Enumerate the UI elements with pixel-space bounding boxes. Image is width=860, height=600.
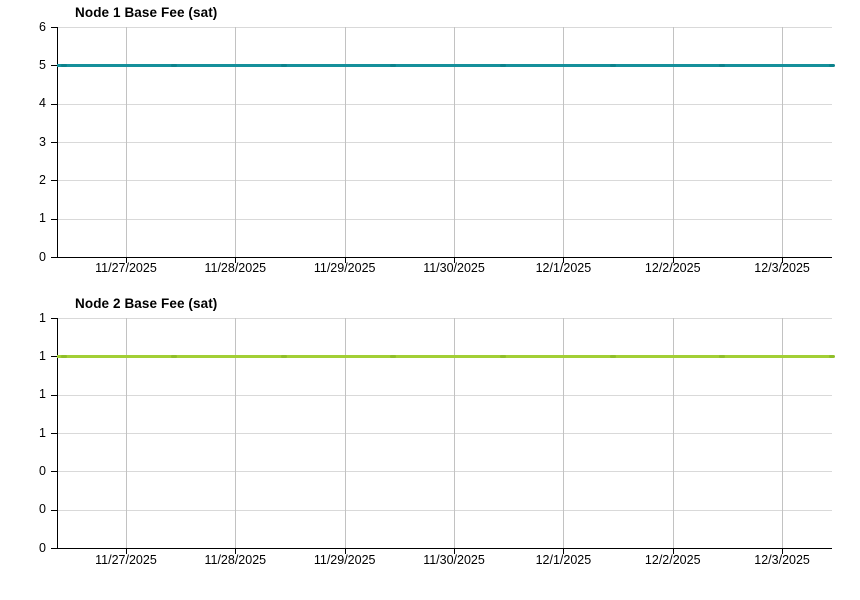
data-point-marker	[719, 64, 725, 67]
data-point-marker	[281, 64, 287, 67]
data-point-marker	[61, 64, 67, 67]
v-gridline	[563, 318, 564, 548]
v-gridline	[454, 318, 455, 548]
x-tick-label: 11/29/2025	[300, 553, 390, 568]
x-tick-label: 11/30/2025	[409, 553, 499, 568]
y-tick-label: 4	[15, 96, 46, 111]
h-gridline	[57, 104, 832, 105]
v-gridline	[235, 318, 236, 548]
v-gridline	[345, 27, 346, 257]
data-point-marker	[61, 355, 67, 358]
x-tick-label: 11/28/2025	[190, 553, 280, 568]
y-axis-line	[57, 27, 58, 258]
data-point-marker	[829, 355, 835, 358]
x-tick-label: 12/1/2025	[518, 553, 608, 568]
h-gridline	[57, 318, 832, 319]
h-gridline	[57, 142, 832, 143]
data-point-marker	[171, 355, 177, 358]
chart-title: Node 2 Base Fee (sat)	[75, 296, 217, 311]
node2-base-fee-chart: Node 2 Base Fee (sat) 1 1 1 1 0 0 0 11/27/2025 1…	[0, 291, 860, 600]
data-point-marker	[610, 355, 616, 358]
h-gridline	[57, 180, 832, 181]
y-tick-label: 0	[15, 502, 46, 517]
v-gridline	[673, 27, 674, 257]
v-gridline	[126, 318, 127, 548]
x-tick-label: 12/3/2025	[737, 553, 827, 568]
y-tick-label: 0	[15, 541, 46, 556]
x-tick-label: 11/27/2025	[81, 553, 171, 568]
x-tick-label: 12/2/2025	[628, 261, 718, 276]
h-gridline	[57, 471, 832, 472]
v-gridline	[673, 318, 674, 548]
x-tick-label: 12/1/2025	[518, 261, 608, 276]
y-tick-label: 0	[15, 464, 46, 479]
y-tick-label: 1	[15, 211, 46, 226]
x-tick-label: 12/3/2025	[737, 261, 827, 276]
v-gridline	[782, 27, 783, 257]
v-gridline	[126, 27, 127, 257]
y-tick-label: 3	[15, 135, 46, 150]
data-point-marker	[500, 355, 506, 358]
x-tick-label: 11/29/2025	[300, 261, 390, 276]
y-tick-label: 6	[15, 20, 46, 35]
x-tick-label: 11/30/2025	[409, 261, 499, 276]
chart-title: Node 1 Base Fee (sat)	[75, 5, 217, 20]
data-point-marker	[390, 64, 396, 67]
v-gridline	[235, 27, 236, 257]
y-tick-label: 5	[15, 58, 46, 73]
data-point-marker	[390, 355, 396, 358]
y-tick-label: 1	[15, 349, 46, 364]
data-point-marker	[281, 355, 287, 358]
y-axis-line	[57, 318, 58, 549]
h-gridline	[57, 433, 832, 434]
x-axis-line	[57, 257, 832, 258]
x-tick-label: 11/28/2025	[190, 261, 280, 276]
data-point-marker	[829, 64, 835, 67]
data-point-marker	[610, 64, 616, 67]
y-tick-label: 2	[15, 173, 46, 188]
node1-base-fee-chart: Node 1 Base Fee (sat) 6 5 4 3 2 1 0 11/27/2025 1…	[0, 0, 860, 291]
y-tick-label: 1	[15, 311, 46, 326]
v-gridline	[782, 318, 783, 548]
y-tick-label: 1	[15, 426, 46, 441]
h-gridline	[57, 27, 832, 28]
h-gridline	[57, 395, 832, 396]
data-point-marker	[171, 64, 177, 67]
x-axis-line	[57, 548, 832, 549]
v-gridline	[345, 318, 346, 548]
data-point-marker	[500, 64, 506, 67]
v-gridline	[563, 27, 564, 257]
x-tick-label: 12/2/2025	[628, 553, 718, 568]
v-gridline	[454, 27, 455, 257]
data-point-marker	[719, 355, 725, 358]
x-tick-label: 11/27/2025	[81, 261, 171, 276]
h-gridline	[57, 510, 832, 511]
h-gridline	[57, 219, 832, 220]
y-tick-label: 0	[15, 250, 46, 265]
y-tick-label: 1	[15, 387, 46, 402]
